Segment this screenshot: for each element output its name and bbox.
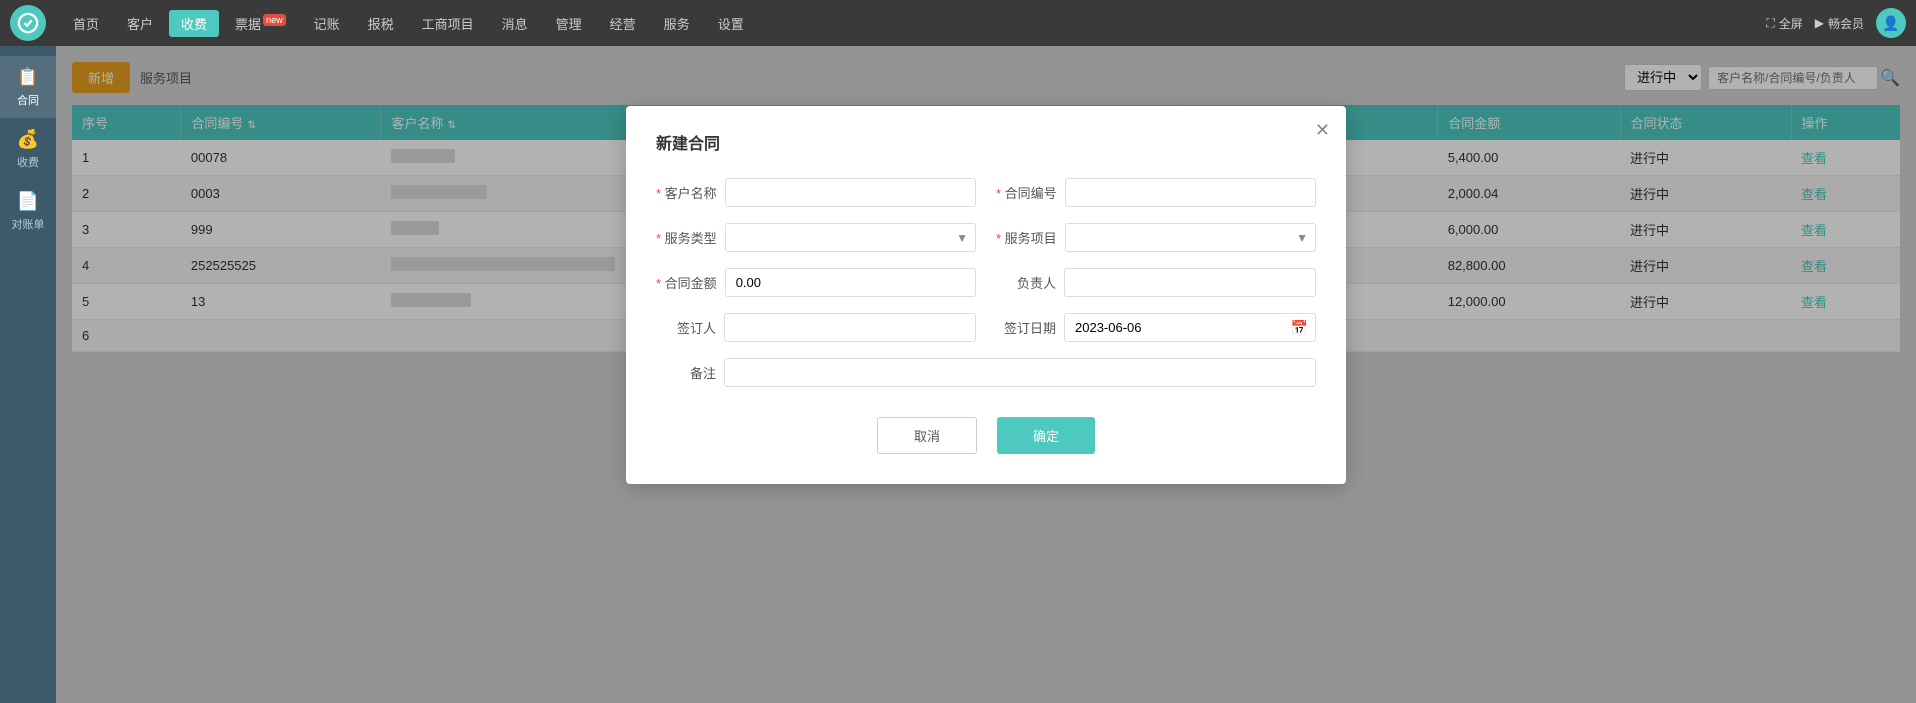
- modal-overlay: ✕ 新建合同 客户名称 合同编号 服务类型: [56, 46, 1916, 703]
- input-remark[interactable]: [724, 358, 1316, 387]
- label-service-type: 服务类型: [656, 228, 717, 247]
- nav-tax[interactable]: 报税: [356, 10, 406, 37]
- label-service-item: 服务项目: [996, 228, 1057, 247]
- input-customer-name[interactable]: [725, 178, 976, 207]
- label-contract-no: 合同编号: [996, 183, 1057, 202]
- input-contract-no[interactable]: [1065, 178, 1316, 207]
- service-item-wrap: ▼: [1065, 223, 1316, 252]
- label-remark: 备注: [656, 363, 716, 382]
- field-contract-no: 合同编号: [996, 178, 1316, 207]
- label-amount: 合同金额: [656, 273, 717, 292]
- field-amount: 合同金额: [656, 268, 976, 297]
- sidebar-item-statement[interactable]: 📄 对账单: [0, 180, 56, 242]
- label-customer-name: 客户名称: [656, 183, 717, 202]
- form-row-5: 备注: [656, 358, 1316, 387]
- nav-manage[interactable]: 管理: [544, 10, 594, 37]
- input-amount[interactable]: [725, 268, 976, 297]
- label-responsible: 负责人: [996, 273, 1056, 292]
- form-row-4: 签订人 签订日期 📅: [656, 313, 1316, 342]
- sidebar-item-charge[interactable]: 💰 收费: [0, 118, 56, 180]
- modal-title: 新建合同: [656, 130, 1316, 154]
- charge-icon: 💰: [17, 128, 39, 150]
- field-responsible: 负责人: [996, 268, 1316, 297]
- field-signer: 签订人: [656, 313, 976, 342]
- select-service-item[interactable]: [1065, 223, 1316, 252]
- main-layout: 📋 合同 💰 收费 📄 对账单 新增 服务项目 进行中 已完成 已终止 �: [0, 46, 1916, 703]
- form-row-1: 客户名称 合同编号: [656, 178, 1316, 207]
- content-area: 新增 服务项目 进行中 已完成 已终止 🔍 序号 合同编号⇅ 客户名称⇅ 服务项…: [56, 46, 1916, 703]
- play-icon: ▶: [1815, 16, 1824, 30]
- calendar-icon[interactable]: 📅: [1291, 319, 1308, 336]
- new-badge: new: [263, 14, 286, 26]
- topnav: 首页 客户 收费 票据new 记账 报税 工商项目 消息 管理 经营 服务 设置…: [0, 0, 1916, 46]
- fullscreen-icon: ⛶: [1766, 16, 1774, 31]
- form-row-3: 合同金额 负责人: [656, 268, 1316, 297]
- nav-service[interactable]: 服务: [652, 10, 702, 37]
- cancel-button[interactable]: 取消: [877, 417, 977, 454]
- select-service-type[interactable]: [725, 223, 976, 252]
- date-input-wrap: 📅: [1064, 313, 1316, 342]
- nav-settings[interactable]: 设置: [706, 10, 756, 37]
- avatar[interactable]: 👤: [1876, 8, 1906, 38]
- label-sign-date: 签订日期: [996, 318, 1056, 337]
- nav-operation[interactable]: 经营: [598, 10, 648, 37]
- field-remark: 备注: [656, 358, 1316, 387]
- statement-icon: 📄: [17, 190, 39, 212]
- label-signer: 签订人: [656, 318, 716, 337]
- field-customer-name: 客户名称: [656, 178, 976, 207]
- sidebar: 📋 合同 💰 收费 📄 对账单: [0, 46, 56, 703]
- nav-message[interactable]: 消息: [490, 10, 540, 37]
- confirm-button[interactable]: 确定: [997, 417, 1095, 454]
- sidebar-item-contract[interactable]: 📋 合同: [0, 56, 56, 118]
- nav-ticket[interactable]: 票据new: [223, 10, 298, 37]
- contract-icon: 📋: [17, 66, 39, 88]
- input-signer[interactable]: [724, 313, 976, 342]
- modal-footer: 取消 确定: [656, 417, 1316, 454]
- service-type-wrap: ▼: [725, 223, 976, 252]
- nav-business[interactable]: 工商项目: [410, 10, 486, 37]
- nav-account[interactable]: 记账: [302, 10, 352, 37]
- topnav-right: ⛶ 全屏 ▶ 畅会员 👤: [1766, 8, 1906, 38]
- form-row-2: 服务类型 ▼ 服务项目: [656, 223, 1316, 252]
- field-service-item: 服务项目 ▼: [996, 223, 1316, 252]
- member-button[interactable]: ▶ 畅会员: [1815, 15, 1864, 32]
- input-sign-date[interactable]: [1064, 313, 1316, 342]
- input-responsible[interactable]: [1064, 268, 1316, 297]
- nav-home[interactable]: 首页: [61, 10, 111, 37]
- fullscreen-button[interactable]: ⛶ 全屏: [1766, 15, 1802, 32]
- modal-close-button[interactable]: ✕: [1315, 120, 1330, 141]
- field-service-type: 服务类型 ▼: [656, 223, 976, 252]
- nav-customer[interactable]: 客户: [115, 10, 165, 37]
- logo: [10, 5, 46, 41]
- new-contract-modal: ✕ 新建合同 客户名称 合同编号 服务类型: [626, 106, 1346, 484]
- nav-invoice[interactable]: 收费: [169, 10, 219, 37]
- nav-items: 首页 客户 收费 票据new 记账 报税 工商项目 消息 管理 经营 服务 设置: [61, 10, 1766, 37]
- field-sign-date: 签订日期 📅: [996, 313, 1316, 342]
